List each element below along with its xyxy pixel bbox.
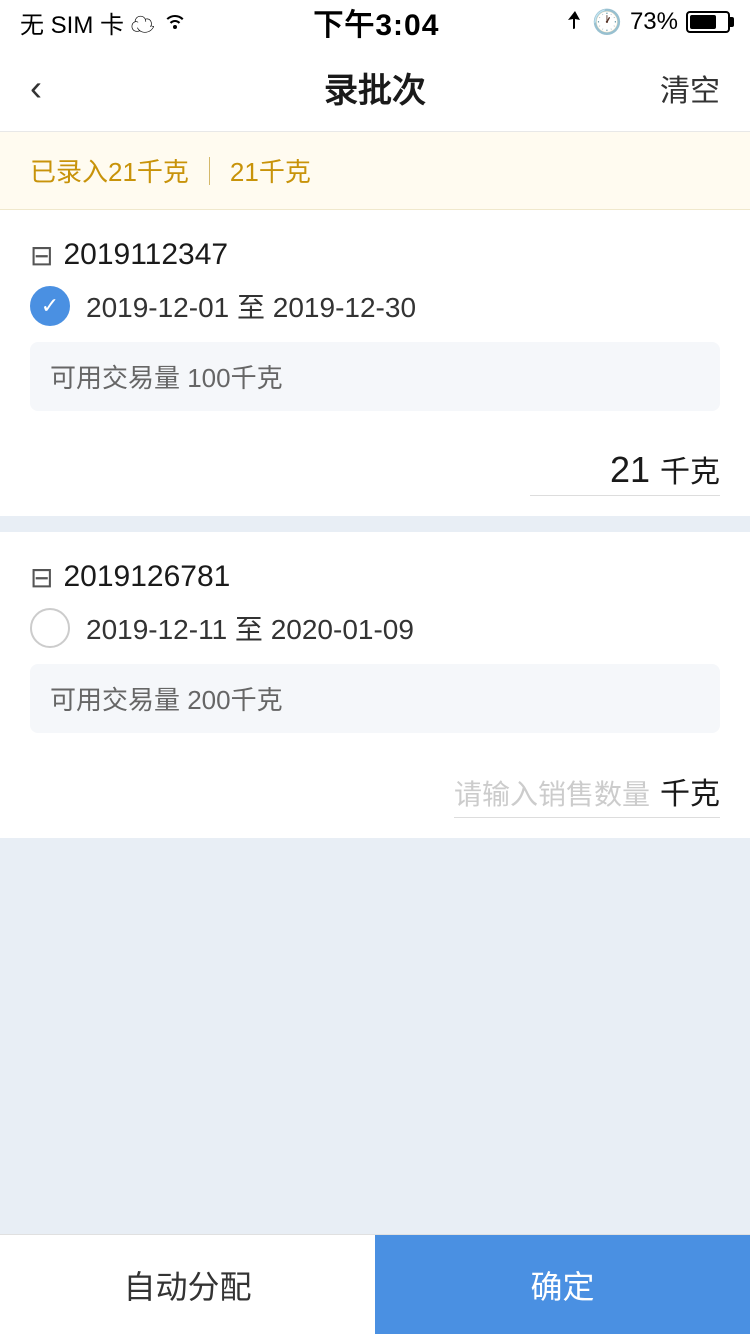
summary-label: 已录入21千克 <box>30 152 189 189</box>
status-bar: 无 SIM 卡 ☁ 下午3:04 🕐 73% <box>0 0 750 44</box>
quantity-unit-2: 千克 <box>660 769 720 813</box>
quantity-inner-1: 21 千克 <box>530 447 720 496</box>
status-time: 下午3:04 <box>313 0 439 44</box>
status-right: 🕐 73% <box>566 8 730 37</box>
batch-available-2: 可用交易量 200千克 <box>30 664 720 733</box>
quantity-row-1: 21 千克 <box>0 431 750 516</box>
auto-distribute-button[interactable]: 自动分配 <box>0 1235 375 1334</box>
nav-bar: ‹ 录批次 清空 <box>0 44 750 132</box>
batch-card-2: ⊟ 2019126781 2019-12-11 至 2020-01-09 可用交… <box>0 532 750 838</box>
confirm-button[interactable]: 确定 <box>375 1235 750 1334</box>
batch-header-1: ⊟ 2019112347 <box>0 210 750 282</box>
status-left: 无 SIM 卡 ☁ <box>20 5 187 40</box>
quantity-unit-1: 千克 <box>660 447 720 491</box>
radio-btn-2[interactable] <box>30 608 70 648</box>
back-button[interactable]: ‹ <box>30 67 90 109</box>
clear-button[interactable]: 清空 <box>660 66 720 110</box>
quantity-placeholder-row: 请输入销售数量 千克 <box>0 753 750 838</box>
wifi-icon <box>163 8 187 36</box>
batch-id-1: 2019112347 <box>63 238 228 272</box>
batch-id-2: 2019126781 <box>63 560 230 594</box>
batch-card-1: ⊟ 2019112347 ✓ 2019-12-01 至 2019-12-30 可… <box>0 210 750 516</box>
batch-header-2: ⊟ 2019126781 <box>0 532 750 604</box>
batch-date-row-2: 2019-12-11 至 2020-01-09 <box>0 604 750 664</box>
page-title: 录批次 <box>324 63 426 112</box>
empty-area <box>0 838 750 1238</box>
summary-divider <box>209 157 210 185</box>
batch-icon-2: ⊟ <box>30 561 53 594</box>
battery-percent: 73% <box>630 8 678 36</box>
location-icon <box>566 8 584 36</box>
sim-label: 无 SIM 卡 ☁ <box>20 5 155 40</box>
batch-date-1: 2019-12-01 至 2019-12-30 <box>86 286 416 326</box>
summary-value: 21千克 <box>230 152 311 189</box>
alarm-icon: 🕐 <box>592 8 622 37</box>
quantity-placeholder-inner: 请输入销售数量 千克 <box>454 769 720 818</box>
bottom-bar: 自动分配 确定 <box>0 1234 750 1334</box>
summary-banner: 已录入21千克 21千克 <box>0 132 750 210</box>
batch-date-2: 2019-12-11 至 2020-01-09 <box>86 608 414 648</box>
batch-date-row-1: ✓ 2019-12-01 至 2019-12-30 <box>0 282 750 342</box>
quantity-placeholder[interactable]: 请输入销售数量 <box>454 773 650 813</box>
batch-available-1: 可用交易量 100千克 <box>30 342 720 411</box>
quantity-value-1[interactable]: 21 <box>530 449 650 491</box>
battery-icon <box>686 11 730 33</box>
radio-btn-1[interactable]: ✓ <box>30 286 70 326</box>
check-icon-1: ✓ <box>41 293 59 319</box>
section-separator <box>0 516 750 532</box>
batch-icon-1: ⊟ <box>30 239 53 272</box>
